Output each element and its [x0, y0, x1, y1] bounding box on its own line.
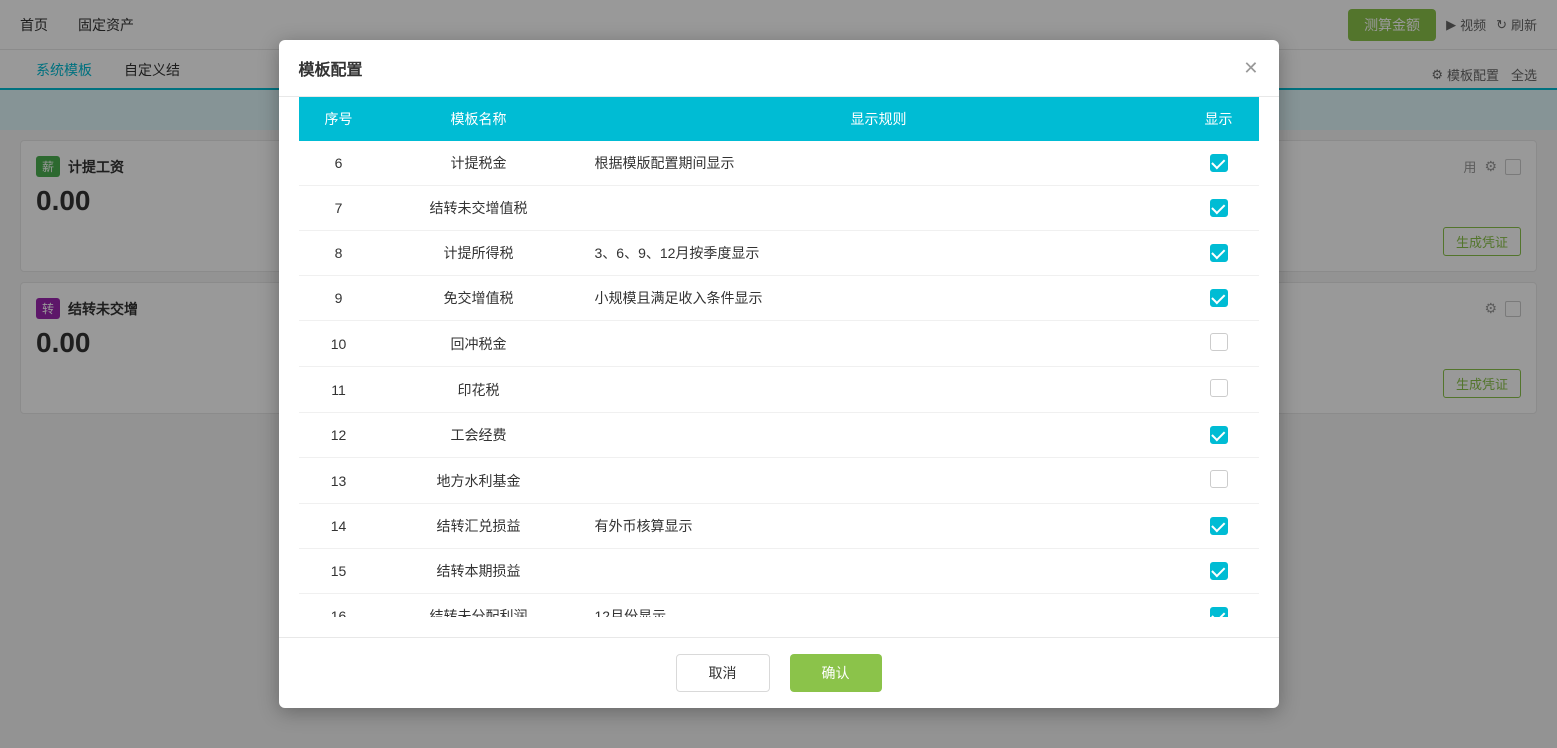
cell-checkbox[interactable] [1179, 231, 1259, 276]
cell-name: 结转汇兑损益 [379, 504, 579, 549]
col-header-index: 序号 [299, 97, 379, 141]
cell-rule: 小规模且满足收入条件显示 [579, 276, 1179, 321]
cell-rule [579, 413, 1179, 458]
cell-rule [579, 549, 1179, 594]
table-row: 15结转本期损益 [299, 549, 1259, 594]
cell-index: 6 [299, 141, 379, 186]
cell-index: 13 [299, 458, 379, 504]
cell-name: 地方水利基金 [379, 458, 579, 504]
cell-rule [579, 367, 1179, 413]
checkbox-checked[interactable] [1210, 562, 1228, 580]
col-header-rule: 显示规则 [579, 97, 1179, 141]
cell-index: 9 [299, 276, 379, 321]
cell-checkbox[interactable] [1179, 458, 1259, 504]
table-row: 6计提税金根据模版配置期间显示 [299, 141, 1259, 186]
table-header-row: 序号 模板名称 显示规则 显示 [299, 97, 1259, 141]
cell-index: 14 [299, 504, 379, 549]
checkbox-unchecked[interactable] [1210, 333, 1228, 351]
cell-index: 10 [299, 321, 379, 367]
table-row: 16结转未分配利润12月份显示 [299, 594, 1259, 618]
checkbox-checked[interactable] [1210, 244, 1228, 262]
cell-checkbox[interactable] [1179, 504, 1259, 549]
col-header-show: 显示 [1179, 97, 1259, 141]
cell-checkbox[interactable] [1179, 594, 1259, 618]
cell-index: 12 [299, 413, 379, 458]
cell-name: 计提所得税 [379, 231, 579, 276]
cancel-button[interactable]: 取消 [676, 654, 770, 692]
cell-name: 工会经费 [379, 413, 579, 458]
dialog-footer: 取消 确认 [279, 637, 1279, 708]
table-row: 7结转未交增值税 [299, 186, 1259, 231]
cell-rule: 有外币核算显示 [579, 504, 1179, 549]
config-table: 序号 模板名称 显示规则 显示 6计提税金根据模版配置期间显示7结转未交增值税8… [299, 97, 1259, 617]
cell-rule: 3、6、9、12月按季度显示 [579, 231, 1179, 276]
table-row: 8计提所得税3、6、9、12月按季度显示 [299, 231, 1259, 276]
template-config-dialog: 模板配置 ✕ 序号 模板名称 显示规则 显示 6 [279, 40, 1279, 708]
checkbox-checked[interactable] [1210, 426, 1228, 444]
cell-name: 结转本期损益 [379, 549, 579, 594]
cell-name: 回冲税金 [379, 321, 579, 367]
modal-overlay: 模板配置 ✕ 序号 模板名称 显示规则 显示 6 [0, 0, 1557, 748]
table-row: 10回冲税金 [299, 321, 1259, 367]
cell-index: 8 [299, 231, 379, 276]
checkbox-unchecked[interactable] [1210, 379, 1228, 397]
table-row: 12工会经费 [299, 413, 1259, 458]
cell-checkbox[interactable] [1179, 413, 1259, 458]
cell-name: 印花税 [379, 367, 579, 413]
table-row: 11印花税 [299, 367, 1259, 413]
table-row: 9免交增值税小规模且满足收入条件显示 [299, 276, 1259, 321]
table-wrapper: 序号 模板名称 显示规则 显示 6计提税金根据模版配置期间显示7结转未交增值税8… [299, 97, 1259, 617]
checkbox-checked[interactable] [1210, 154, 1228, 172]
cell-checkbox[interactable] [1179, 276, 1259, 321]
cell-rule [579, 458, 1179, 504]
cell-rule [579, 186, 1179, 231]
cell-index: 11 [299, 367, 379, 413]
cell-checkbox[interactable] [1179, 186, 1259, 231]
cell-index: 7 [299, 186, 379, 231]
col-header-name: 模板名称 [379, 97, 579, 141]
checkbox-checked[interactable] [1210, 289, 1228, 307]
cell-checkbox[interactable] [1179, 549, 1259, 594]
cell-rule [579, 321, 1179, 367]
cell-rule: 根据模版配置期间显示 [579, 141, 1179, 186]
table-row: 14结转汇兑损益有外币核算显示 [299, 504, 1259, 549]
dialog-title: 模板配置 [299, 56, 363, 80]
cell-name: 结转未分配利润 [379, 594, 579, 618]
cell-name: 免交增值税 [379, 276, 579, 321]
dialog-body: 序号 模板名称 显示规则 显示 6计提税金根据模版配置期间显示7结转未交增值税8… [279, 97, 1279, 637]
dialog-header: 模板配置 ✕ [279, 40, 1279, 97]
close-button[interactable]: ✕ [1243, 59, 1258, 77]
cell-name: 结转未交增值税 [379, 186, 579, 231]
table-row: 13地方水利基金 [299, 458, 1259, 504]
checkbox-unchecked[interactable] [1210, 470, 1228, 488]
cell-checkbox[interactable] [1179, 321, 1259, 367]
cell-name: 计提税金 [379, 141, 579, 186]
checkbox-checked[interactable] [1210, 517, 1228, 535]
cell-rule: 12月份显示 [579, 594, 1179, 618]
checkbox-checked[interactable] [1210, 607, 1228, 617]
checkbox-checked[interactable] [1210, 199, 1228, 217]
cell-checkbox[interactable] [1179, 367, 1259, 413]
cell-index: 15 [299, 549, 379, 594]
cell-index: 16 [299, 594, 379, 618]
cell-checkbox[interactable] [1179, 141, 1259, 186]
confirm-button[interactable]: 确认 [790, 654, 882, 692]
